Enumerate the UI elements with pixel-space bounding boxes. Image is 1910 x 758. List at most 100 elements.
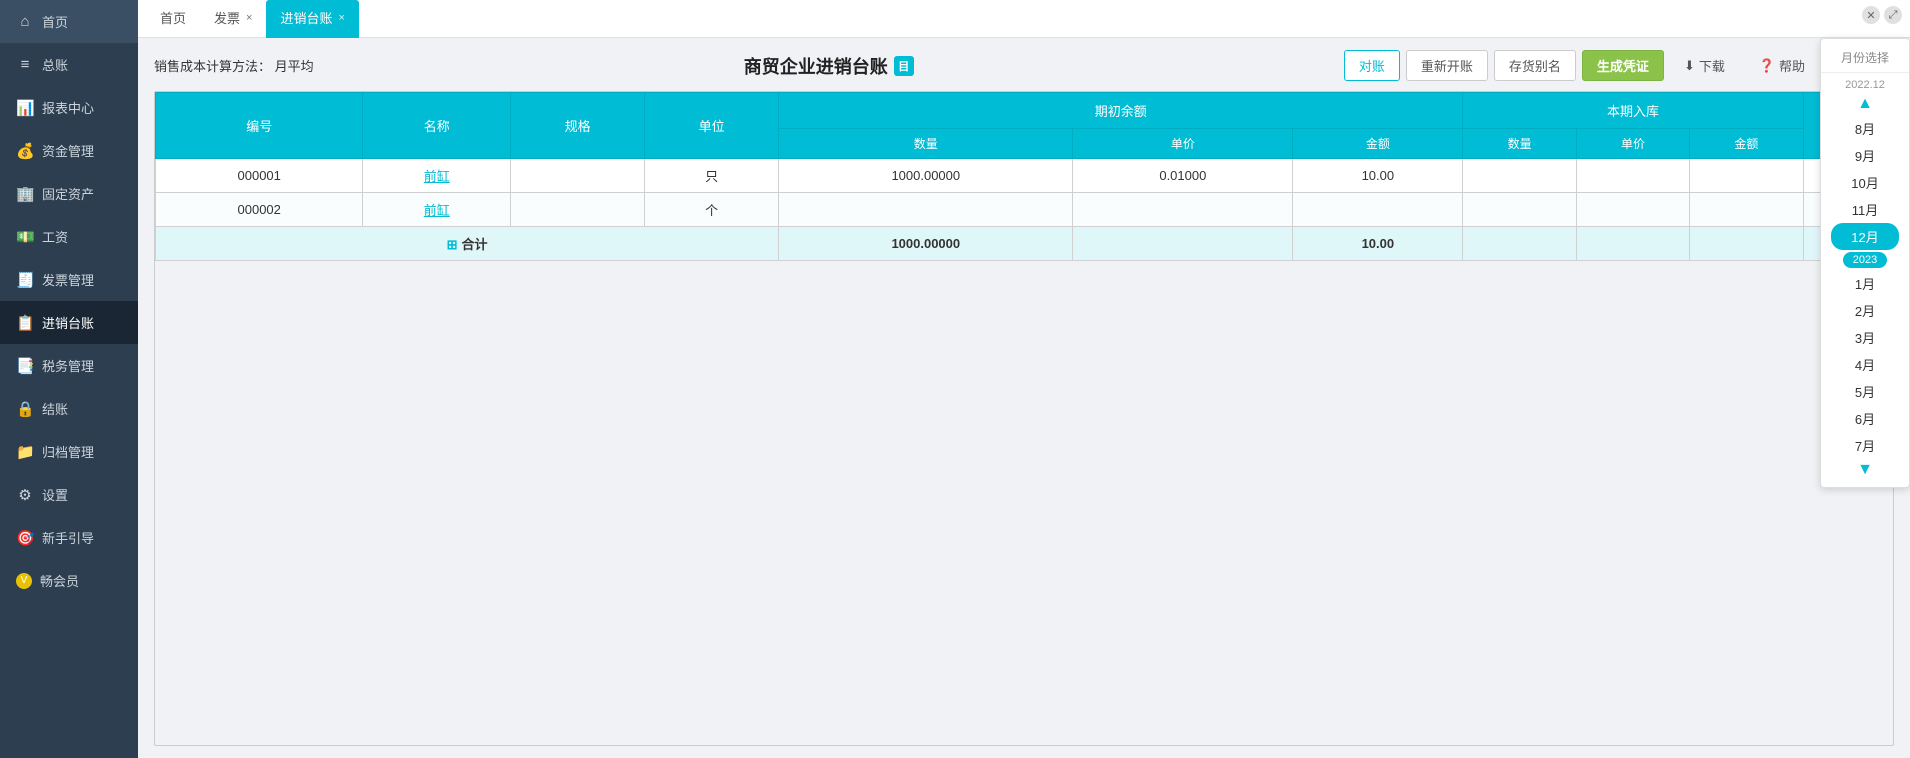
total-price-begin (1073, 227, 1293, 261)
assets-icon: 🏢 (16, 185, 34, 203)
sidebar-item-purchase[interactable]: 📋 进销台账 (0, 301, 138, 344)
month-selector-panel: 月份选择 2022.12 ▲ 8月 9月 10月 11月 12月 2023 1月… (1820, 38, 1910, 488)
cell-name[interactable]: 前缸 (363, 193, 511, 227)
sidebar-item-archive[interactable]: 📁 归档管理 (0, 430, 138, 473)
guide-icon: 🎯 (16, 529, 34, 547)
sidebar-item-label: 设置 (42, 485, 68, 504)
save-alias-button[interactable]: 存货别名 (1494, 50, 1576, 81)
col-header-amount-in: 金额 (1690, 129, 1803, 159)
generate-voucher-button[interactable]: 生成凭证 (1582, 50, 1664, 81)
col-header-unit: 单位 (645, 93, 779, 159)
sidebar-item-label: 归档管理 (42, 442, 94, 461)
cell-amount-in (1690, 193, 1803, 227)
month-scroll-up[interactable]: ▲ (1821, 93, 1909, 115)
cell-qty-begin: 1000.00000 (779, 159, 1073, 193)
col-header-code: 编号 (156, 93, 363, 159)
sidebar-item-tax[interactable]: 📑 税务管理 (0, 344, 138, 387)
ledger-icon: ≡ (16, 56, 34, 73)
month-item-12[interactable]: 12月 (1831, 223, 1899, 250)
title-bar: 销售成本计算方法： 月平均 商贸企业进销台账 目 对账 重新开账 存货别名 生成… (154, 50, 1894, 81)
cell-qty-in (1463, 159, 1576, 193)
tab-invoice[interactable]: 发票 × (200, 0, 266, 38)
month-item-3[interactable]: 3月 (1821, 324, 1909, 351)
close-button[interactable]: ✕ (1862, 6, 1880, 24)
col-header-price-begin: 单价 (1073, 129, 1293, 159)
sidebar-item-label: 首页 (42, 12, 68, 31)
sidebar-item-invoice[interactable]: 🧾 发票管理 (0, 258, 138, 301)
month-item-5[interactable]: 5月 (1821, 378, 1909, 405)
total-label: ⊞合计 (156, 227, 779, 261)
month-item-9[interactable]: 9月 (1821, 142, 1909, 169)
sidebar-item-member[interactable]: V 畅会员 (0, 559, 138, 602)
month-item-8[interactable]: 8月 (1821, 115, 1909, 142)
tab-home-label: 首页 (160, 8, 186, 27)
sidebar: ⌂ 首页 ≡ 总账 📊 报表中心 💰 资金管理 🏢 固定资产 💵 工资 🧾 发票… (0, 0, 138, 758)
total-qty-in (1463, 227, 1576, 261)
month-item-6[interactable]: 6月 (1821, 405, 1909, 432)
month-item-2[interactable]: 2月 (1821, 297, 1909, 324)
maximize-button[interactable]: ⤢ (1884, 6, 1902, 24)
data-table: 编号 名称 规格 单位 期初余额 本期入库 数 数量 单价 金额 数量 单价 (155, 92, 1893, 261)
col-header-name: 名称 (363, 93, 511, 159)
col-header-spec: 规格 (511, 93, 645, 159)
total-icon: ⊞ (447, 237, 458, 252)
cell-qty-begin (779, 193, 1073, 227)
cell-name[interactable]: 前缸 (363, 159, 511, 193)
download-label: 下载 (1699, 56, 1725, 75)
closing-icon: 🔒 (16, 400, 34, 418)
tab-purchase[interactable]: 进销台账 × (266, 0, 358, 38)
cell-qty-in (1463, 193, 1576, 227)
sidebar-item-settings[interactable]: ⚙ 设置 (0, 473, 138, 516)
report-icon: 📊 (16, 99, 34, 117)
sidebar-item-guide[interactable]: 🎯 新手引导 (0, 516, 138, 559)
cost-method-label: 销售成本计算方法： (154, 59, 271, 74)
tab-invoice-close[interactable]: × (246, 12, 252, 24)
sidebar-item-label: 固定资产 (42, 184, 94, 203)
tab-invoice-label: 发票 (214, 8, 240, 27)
cell-code: 000001 (156, 159, 363, 193)
cell-code: 000002 (156, 193, 363, 227)
sidebar-item-finance[interactable]: 💰 资金管理 (0, 129, 138, 172)
salary-icon: 💵 (16, 228, 34, 246)
month-panel-year: 2022.12 (1821, 77, 1909, 93)
page-title: 商贸企业进销台账 目 (744, 53, 914, 79)
help-button[interactable]: ❓ 帮助 (1745, 51, 1819, 80)
sidebar-item-assets[interactable]: 🏢 固定资产 (0, 172, 138, 215)
sidebar-item-label: 结账 (42, 399, 68, 418)
table-row: 000002 前缸 个 (156, 193, 1893, 227)
sidebar-item-label: 报表中心 (42, 98, 94, 117)
col-header-qty-begin: 数量 (779, 129, 1073, 159)
cell-price-begin: 0.01000 (1073, 159, 1293, 193)
month-item-4[interactable]: 4月 (1821, 351, 1909, 378)
month-item-10[interactable]: 10月 (1821, 169, 1909, 196)
tab-home[interactable]: 首页 (146, 0, 200, 38)
sidebar-item-closing[interactable]: 🔒 结账 (0, 387, 138, 430)
month-scroll-down[interactable]: ▼ (1821, 459, 1909, 481)
month-item-7[interactable]: 7月 (1821, 432, 1909, 459)
sidebar-item-home[interactable]: ⌂ 首页 (0, 0, 138, 43)
total-row: ⊞合计 1000.00000 10.00 (156, 227, 1893, 261)
download-icon: ⬇ (1684, 58, 1695, 74)
col-header-amount-begin: 金额 (1293, 129, 1463, 159)
title-info-icon[interactable]: 目 (894, 56, 914, 76)
cell-amount-begin (1293, 193, 1463, 227)
archive-icon: 📁 (16, 443, 34, 461)
download-button[interactable]: ⬇ 下载 (1670, 51, 1739, 80)
reconcile-button[interactable]: 对账 (1344, 50, 1400, 81)
sidebar-item-ledger[interactable]: ≡ 总账 (0, 43, 138, 86)
sidebar-item-label: 发票管理 (42, 270, 94, 289)
sidebar-item-salary[interactable]: 💵 工资 (0, 215, 138, 258)
window-controls: ✕ ⤢ (1854, 0, 1910, 30)
cell-amount-begin: 10.00 (1293, 159, 1463, 193)
month-item-1[interactable]: 1月 (1821, 270, 1909, 297)
cell-price-in (1576, 193, 1689, 227)
month-item-11[interactable]: 11月 (1821, 196, 1909, 223)
month-panel-title: 月份选择 (1821, 45, 1909, 73)
reopen-button[interactable]: 重新开账 (1406, 50, 1488, 81)
cell-unit: 只 (645, 159, 779, 193)
table-row: 000001 前缸 只 1000.00000 0.01000 10.00 (156, 159, 1893, 193)
tab-bar: 首页 发票 × 进销台账 × (138, 0, 1910, 38)
col-header-qty-in: 数量 (1463, 129, 1576, 159)
tab-purchase-close[interactable]: × (338, 12, 344, 24)
sidebar-item-report[interactable]: 📊 报表中心 (0, 86, 138, 129)
